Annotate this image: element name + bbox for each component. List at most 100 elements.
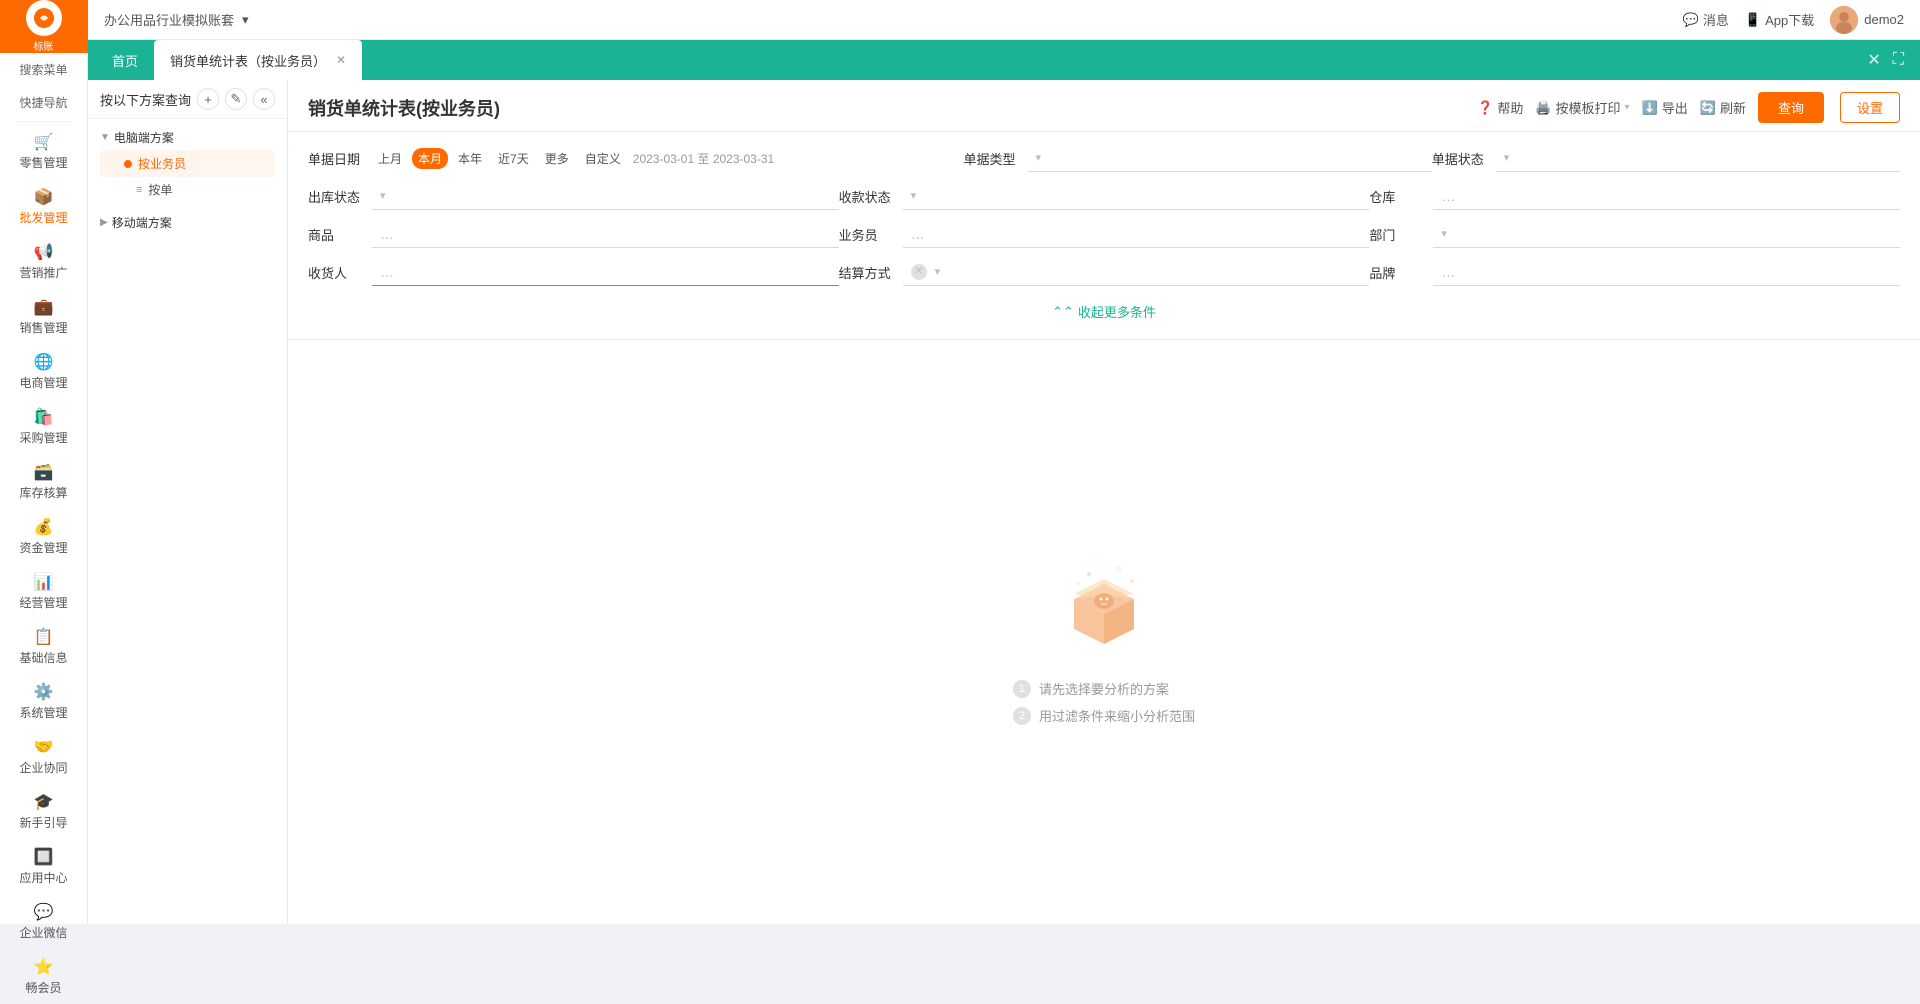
collapse-label: 收起更多条件 bbox=[1078, 302, 1156, 321]
doc-type-control[interactable]: ▾ bbox=[1028, 144, 1432, 172]
out-status-control[interactable]: ▾ bbox=[372, 182, 839, 210]
filter-date-item: 单据日期 上月 本月 本年 近7天 更多 自定义 2023-03-01 至 20… bbox=[308, 148, 964, 169]
scheme-add-btn[interactable]: + bbox=[197, 88, 219, 110]
tab-close-btn[interactable]: ✕ bbox=[336, 53, 346, 67]
content-area: 按以下方案查询 + ✎ « ▼ 电脑端方案 按业务员 ≡ 按单 bbox=[88, 80, 1920, 924]
scheme-group-desktop-label: 电脑端方案 bbox=[114, 129, 174, 146]
pay-status-arrow: ▾ bbox=[911, 189, 917, 202]
scheme-collapse-btn[interactable]: « bbox=[253, 88, 275, 110]
export-label: 导出 bbox=[1662, 98, 1688, 117]
sidebar-item-marketing[interactable]: 📢 营销推广 bbox=[0, 234, 87, 289]
filter-out-status-item: 出库状态 ▾ bbox=[308, 182, 839, 210]
doc-type-label: 单据类型 bbox=[964, 149, 1020, 168]
this-month-btn[interactable]: 本月 bbox=[412, 148, 448, 169]
dept-control[interactable]: ▾ bbox=[1433, 220, 1900, 248]
scheme-item-by-order[interactable]: ≡ 按单 bbox=[100, 177, 275, 202]
scheme-item-by-staff[interactable]: 按业务员 bbox=[100, 150, 275, 177]
more-btn[interactable]: 更多 bbox=[539, 148, 575, 169]
help-btn[interactable]: ❓ 帮助 bbox=[1477, 98, 1523, 117]
settlement-arrow: ▾ bbox=[935, 265, 941, 278]
brand-label: 品牌 bbox=[1369, 263, 1425, 282]
sidebar-item-apps[interactable]: 🔲 应用中心 bbox=[0, 839, 87, 894]
help-label: 帮助 bbox=[1497, 98, 1523, 117]
collapse-btn[interactable]: ⌃⌃ 收起更多条件 bbox=[1052, 302, 1156, 321]
warehouse-control[interactable]: … bbox=[1433, 182, 1900, 210]
doc-status-arrow: ▾ bbox=[1504, 151, 1510, 164]
last-month-btn[interactable]: 上月 bbox=[372, 148, 408, 169]
sidebar-item-finance[interactable]: 💰 资金管理 bbox=[0, 509, 87, 564]
scheme-group-desktop-header[interactable]: ▼ 电脑端方案 bbox=[100, 125, 275, 150]
tab-sales-stat[interactable]: 销货单统计表（按业务员） ✕ bbox=[154, 40, 362, 80]
sidebar-item-wholesale[interactable]: 📦 批发管理 bbox=[0, 179, 87, 234]
active-dot bbox=[124, 160, 132, 168]
brand-control[interactable]: … bbox=[1433, 258, 1900, 286]
goods-control[interactable]: … bbox=[372, 220, 839, 248]
retail-icon: 🛒 bbox=[34, 132, 54, 152]
doc-type-arrow: ▾ bbox=[1036, 151, 1042, 164]
scheme-edit-btn[interactable]: ✎ bbox=[225, 88, 247, 110]
tip-1-text: 请先选择要分析的方案 bbox=[1039, 679, 1169, 698]
tab-home-label: 首页 bbox=[112, 51, 138, 70]
chevron-right-icon: ▶ bbox=[100, 217, 108, 228]
user-info[interactable]: demo2 bbox=[1830, 6, 1904, 34]
scheme-panel-title: 按以下方案查询 bbox=[100, 90, 191, 109]
sidebar-item-enterprise[interactable]: 🤝 企业协同 bbox=[0, 729, 87, 784]
empty-area: 1 请先选择要分析的方案 2 用过滤条件来缩小分析范围 bbox=[288, 340, 1920, 924]
app-download-btn[interactable]: 📱 App下载 bbox=[1745, 10, 1814, 29]
sidebar-item-wechat[interactable]: 💬 企业微信 bbox=[0, 894, 87, 949]
logo-icon bbox=[26, 0, 62, 36]
setting-btn[interactable]: 设置 bbox=[1840, 92, 1900, 123]
sidebar-item-newbie[interactable]: 🎓 新手引导 bbox=[0, 784, 87, 839]
sidebar-item-basic[interactable]: 📋 基础信息 bbox=[0, 619, 87, 674]
sidebar-item-system[interactable]: ⚙️ 系统管理 bbox=[0, 674, 87, 729]
quick-nav[interactable]: 快捷导航 bbox=[0, 86, 87, 119]
goods-label: 商品 bbox=[308, 225, 364, 244]
sidebar-item-retail[interactable]: 🛒 零售管理 bbox=[0, 124, 87, 179]
refresh-btn[interactable]: 🔄 刷新 bbox=[1700, 98, 1746, 117]
scheme-panel: 按以下方案查询 + ✎ « ▼ 电脑端方案 按业务员 ≡ 按单 bbox=[88, 80, 288, 924]
message-btn[interactable]: 💬 消息 bbox=[1683, 10, 1729, 29]
download-icon: 📱 bbox=[1745, 12, 1761, 28]
scheme-group-desktop: ▼ 电脑端方案 按业务员 ≡ 按单 bbox=[88, 119, 287, 208]
doc-status-label: 单据状态 bbox=[1432, 149, 1488, 168]
settlement-control[interactable]: ✕ ▾ bbox=[903, 258, 1370, 286]
sidebar-item-purchase[interactable]: 🛍️ 采购管理 bbox=[0, 399, 87, 454]
sidebar-item-ecommerce[interactable]: 🌐 电商管理 bbox=[0, 344, 87, 399]
basic-icon: 📋 bbox=[34, 627, 54, 647]
scheme-panel-header: 按以下方案查询 + ✎ « bbox=[88, 80, 287, 119]
print-label: 按模板打印 bbox=[1556, 98, 1621, 117]
tab-home[interactable]: 首页 bbox=[96, 40, 154, 80]
print-btn[interactable]: 🖨️ 按模板打印 ▾ bbox=[1535, 98, 1629, 117]
sidebar-item-member[interactable]: ⭐ 畅会员 bbox=[0, 949, 87, 1004]
empty-tips: 1 请先选择要分析的方案 2 用过滤条件来缩小分析范围 bbox=[1013, 679, 1195, 725]
wholesale-icon: 📦 bbox=[34, 187, 54, 207]
wechat-icon: 💬 bbox=[34, 902, 54, 922]
consignee-control[interactable]: … bbox=[372, 258, 839, 286]
pay-status-control[interactable]: ▾ bbox=[903, 182, 1370, 210]
window-maximize-btn[interactable]: ⛶ bbox=[1893, 51, 1904, 69]
doc-status-control[interactable]: ▾ bbox=[1496, 144, 1900, 172]
search-menu[interactable]: 搜索菜单 bbox=[0, 53, 87, 86]
export-btn[interactable]: ⬇️ 导出 bbox=[1642, 98, 1688, 117]
warehouse-dots: … bbox=[1441, 188, 1455, 204]
sub-item-icon: ≡ bbox=[136, 184, 142, 196]
last7-btn[interactable]: 近7天 bbox=[492, 148, 535, 169]
refresh-icon: 🔄 bbox=[1700, 100, 1716, 116]
sidebar-item-sales[interactable]: 💼 销售管理 bbox=[0, 289, 87, 344]
sidebar-item-inventory[interactable]: 🗃️ 库存核算 bbox=[0, 454, 87, 509]
member-icon: ⭐ bbox=[34, 957, 54, 977]
message-label: 消息 bbox=[1703, 10, 1729, 29]
app-dropdown-arrow[interactable]: ▾ bbox=[242, 12, 249, 28]
this-year-btn[interactable]: 本年 bbox=[452, 148, 488, 169]
custom-btn[interactable]: 自定义 bbox=[579, 148, 627, 169]
consignee-dots: … bbox=[380, 264, 394, 280]
scheme-panel-actions: + ✎ « bbox=[197, 88, 275, 110]
sidebar-item-operations[interactable]: 📊 经营管理 bbox=[0, 564, 87, 619]
scheme-group-mobile-header[interactable]: ▶ 移动端方案 bbox=[100, 210, 275, 235]
query-btn[interactable]: 查询 bbox=[1758, 92, 1824, 123]
staff-control[interactable]: … bbox=[903, 220, 1370, 248]
settlement-clear-btn[interactable]: ✕ bbox=[911, 264, 927, 280]
filter-staff-item: 业务员 … bbox=[839, 220, 1370, 248]
window-close-btn[interactable]: ✕ bbox=[1867, 50, 1880, 70]
finance-icon: 💰 bbox=[34, 517, 54, 537]
